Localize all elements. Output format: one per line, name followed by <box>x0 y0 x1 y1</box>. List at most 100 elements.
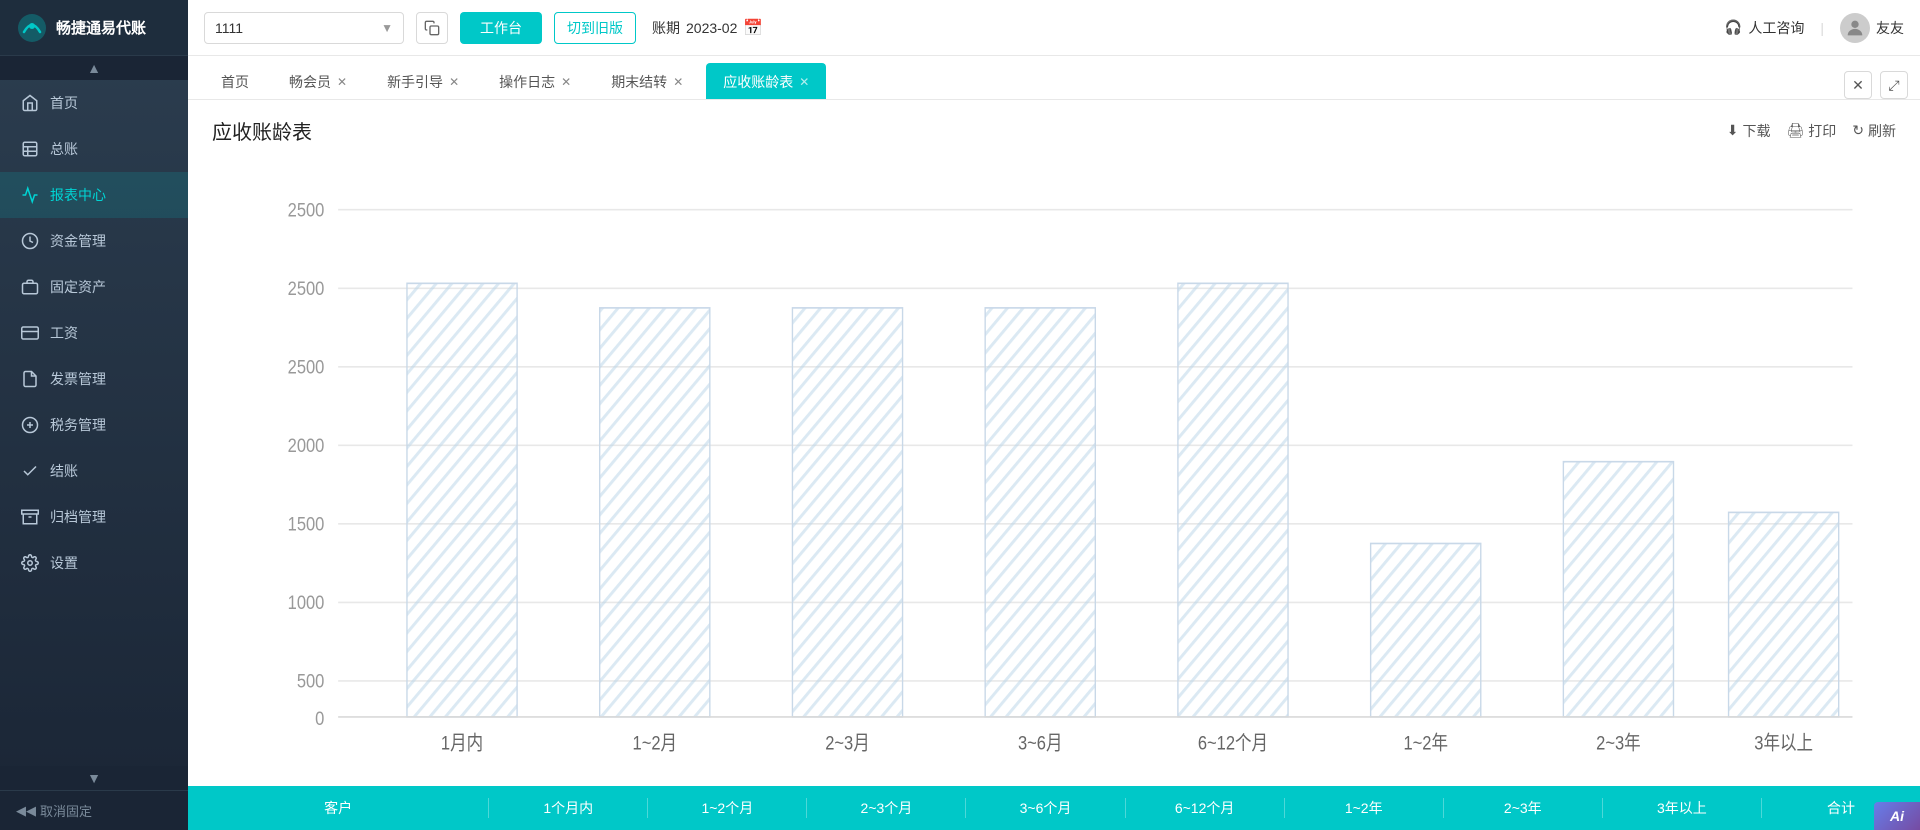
svg-text:1~2月: 1~2月 <box>633 732 678 754</box>
checkout-icon <box>20 461 40 481</box>
sidebar-logo: 畅捷通易代账 <box>0 0 188 56</box>
svg-text:2500: 2500 <box>288 199 325 221</box>
cancel-fix-button[interactable]: ◀◀ 取消固定 <box>0 790 188 830</box>
sidebar-item-payroll-label: 工资 <box>50 323 78 343</box>
col-3year-plus: 3年以上 <box>1603 798 1762 818</box>
tabs-actions: ✕ ⤢ <box>1844 71 1920 99</box>
col-1month: 1个月内 <box>489 798 648 818</box>
tab-aging-close[interactable]: ✕ <box>799 76 809 88</box>
sidebar-item-reports[interactable]: 报表中心 <box>0 172 188 218</box>
tab-aging-label: 应收账龄表 <box>723 72 793 92</box>
sidebar-item-tax-label: 税务管理 <box>50 415 106 435</box>
tab-guide-label: 新手引导 <box>387 72 443 92</box>
col-2-3year: 2~3年 <box>1444 798 1603 818</box>
svg-text:2~3月: 2~3月 <box>825 732 870 754</box>
tab-guide[interactable]: 新手引导 ✕ <box>370 63 476 99</box>
archive-icon <box>20 507 40 527</box>
sidebar-item-tax[interactable]: 税务管理 <box>0 402 188 448</box>
sidebar-item-ledger-label: 总账 <box>50 139 78 159</box>
sidebar-item-checkout-label: 结账 <box>50 461 78 481</box>
col-1-2month: 1~2个月 <box>648 798 807 818</box>
period-label: 账期 <box>652 18 680 38</box>
tab-oplog-label: 操作日志 <box>499 72 555 92</box>
col-3-6month: 3~6个月 <box>966 798 1125 818</box>
sidebar-item-checkout[interactable]: 结账 <box>0 448 188 494</box>
header-divider: | <box>1820 20 1824 36</box>
refresh-button[interactable]: ↻ 刷新 <box>1852 121 1896 141</box>
sidebar-item-home-label: 首页 <box>50 93 78 113</box>
sidebar-item-archive-label: 归档管理 <box>50 507 106 527</box>
payroll-icon <box>20 323 40 343</box>
company-select[interactable]: 1111 ▼ <box>204 12 404 44</box>
user-menu[interactable]: 友友 <box>1840 13 1904 43</box>
sidebar-item-archive[interactable]: 归档管理 <box>0 494 188 540</box>
svg-text:2~3年: 2~3年 <box>1596 732 1641 754</box>
reports-icon <box>20 185 40 205</box>
tab-period-end[interactable]: 期末结转 ✕ <box>594 63 700 99</box>
workbench-button[interactable]: 工作台 <box>460 12 542 44</box>
svg-text:2500: 2500 <box>288 277 325 299</box>
ai-badge: Ai <box>1874 802 1920 830</box>
sidebar: 畅捷通易代账 ▲ 首页 总账 报表中心 资金管理 <box>0 0 188 830</box>
report-actions: ⬇ 下载 🖨 打印 ↻ 刷新 <box>1727 121 1896 141</box>
ledger-icon <box>20 139 40 159</box>
logo-icon <box>16 12 48 44</box>
tab-oplog-close[interactable]: ✕ <box>561 76 571 88</box>
chart-area: 2500 2500 2500 2000 1500 1000 500 0 <box>188 157 1920 786</box>
download-icon: ⬇ <box>1727 122 1739 139</box>
sidebar-item-assets-label: 固定资产 <box>50 277 106 297</box>
sidebar-item-settings-label: 设置 <box>50 553 78 573</box>
svg-text:0: 0 <box>315 708 324 730</box>
close-tab-button[interactable]: ✕ <box>1844 71 1872 99</box>
tab-period-end-label: 期末结转 <box>611 72 667 92</box>
sidebar-nav: 首页 总账 报表中心 资金管理 固定资产 <box>0 80 188 766</box>
switch-version-button[interactable]: 切到旧版 <box>554 12 636 44</box>
maximize-tab-button[interactable]: ⤢ <box>1880 71 1908 99</box>
print-icon: 🖨 <box>1786 122 1804 139</box>
tab-member[interactable]: 畅会员 ✕ <box>272 63 364 99</box>
svg-text:3~6月: 3~6月 <box>1018 732 1063 754</box>
copy-icon <box>424 20 440 36</box>
assets-icon <box>20 277 40 297</box>
tab-period-end-close[interactable]: ✕ <box>673 76 683 88</box>
download-button[interactable]: ⬇ 下载 <box>1727 121 1771 141</box>
tabs-bar: 首页 畅会员 ✕ 新手引导 ✕ 操作日志 ✕ 期末结转 ✕ 应收账龄表 ✕ ✕ … <box>188 56 1920 100</box>
tab-guide-close[interactable]: ✕ <box>449 76 459 88</box>
consultant-button[interactable]: 🎧 人工咨询 <box>1725 18 1804 38</box>
tab-member-label: 畅会员 <box>289 72 331 92</box>
print-button[interactable]: 🖨 打印 <box>1786 121 1836 141</box>
col-6-12month: 6~12个月 <box>1126 798 1285 818</box>
col-2-3month: 2~3个月 <box>807 798 966 818</box>
copy-button[interactable] <box>416 12 448 44</box>
sidebar-item-payroll[interactable]: 工资 <box>0 310 188 356</box>
home-icon <box>20 93 40 113</box>
main-content: 1111 ▼ 工作台 切到旧版 账期 2023-02 📅 🎧 人工咨询 | 友友… <box>188 0 1920 830</box>
tax-icon <box>20 415 40 435</box>
report-header: 应收账龄表 ⬇ 下载 🖨 打印 ↻ 刷新 <box>188 100 1920 157</box>
svg-text:2500: 2500 <box>288 356 325 378</box>
app-name: 畅捷通易代账 <box>56 17 146 38</box>
consultant-label: 人工咨询 <box>1748 18 1804 38</box>
col-1-2year: 1~2年 <box>1285 798 1444 818</box>
sidebar-item-invoice[interactable]: 发票管理 <box>0 356 188 402</box>
tab-aging[interactable]: 应收账龄表 ✕ <box>706 63 826 99</box>
settings-icon <box>20 553 40 573</box>
tab-home[interactable]: 首页 <box>204 63 266 99</box>
calendar-icon[interactable]: 📅 <box>743 18 763 38</box>
download-label: 下载 <box>1742 121 1770 141</box>
sidebar-item-ledger[interactable]: 总账 <box>0 126 188 172</box>
svg-text:1月内: 1月内 <box>441 732 483 754</box>
sidebar-item-assets[interactable]: 固定资产 <box>0 264 188 310</box>
tab-member-close[interactable]: ✕ <box>337 76 347 88</box>
sidebar-item-settings[interactable]: 设置 <box>0 540 188 586</box>
sidebar-scroll-down[interactable]: ▼ <box>0 766 188 790</box>
sidebar-scroll-up[interactable]: ▲ <box>0 56 188 80</box>
sidebar-item-home[interactable]: 首页 <box>0 80 188 126</box>
tab-oplog[interactable]: 操作日志 ✕ <box>482 63 588 99</box>
sidebar-item-funds[interactable]: 资金管理 <box>0 218 188 264</box>
avatar <box>1840 13 1870 43</box>
table-footer: 客户 1个月内 1~2个月 2~3个月 3~6个月 6~12个月 1~2年 2~… <box>188 786 1920 830</box>
tab-home-label: 首页 <box>221 72 249 92</box>
user-name: 友友 <box>1876 18 1904 38</box>
svg-text:1500: 1500 <box>288 513 325 535</box>
